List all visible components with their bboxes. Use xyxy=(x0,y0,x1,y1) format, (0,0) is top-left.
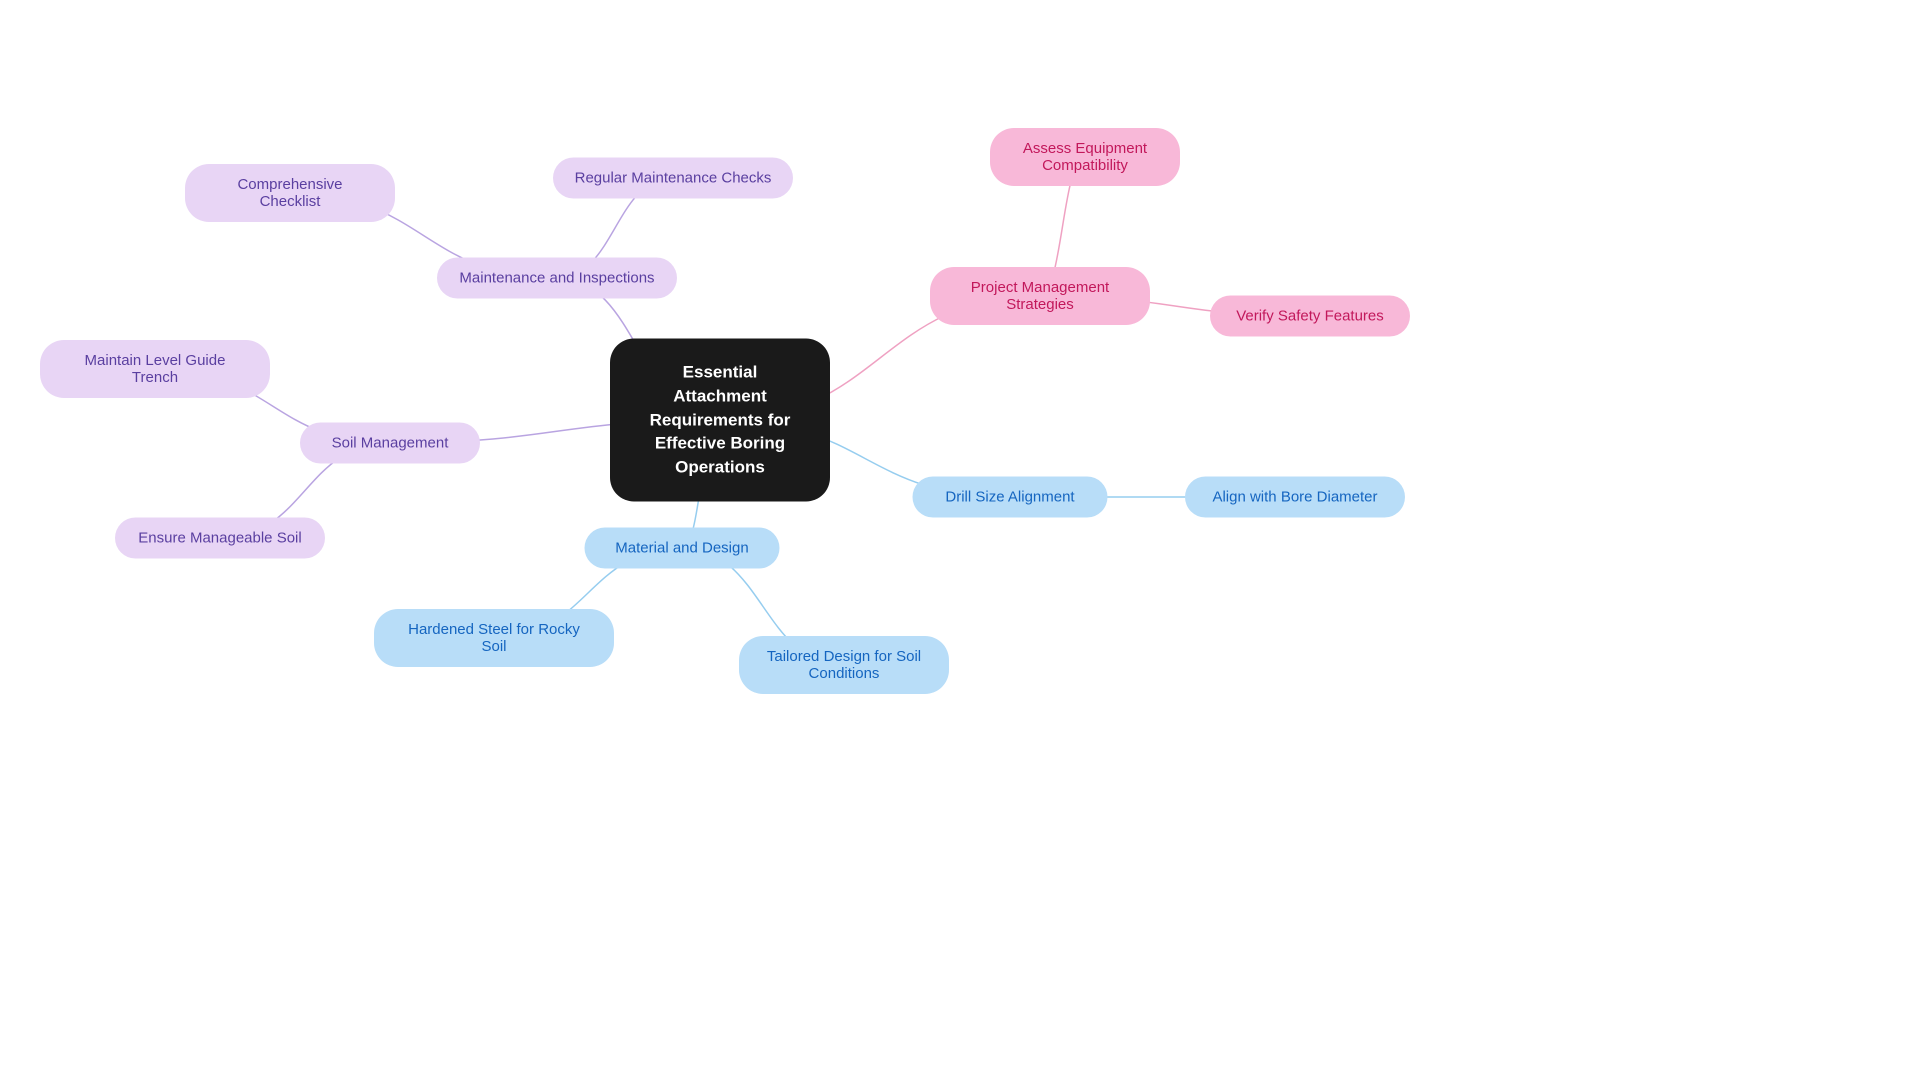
node-maintenance: Maintenance and Inspections xyxy=(437,258,677,299)
node-tailored-design: Tailored Design for Soil Conditions xyxy=(739,636,949,694)
node-soil-mgmt-label: Soil Management xyxy=(332,435,449,452)
node-assess-equip-label: Assess Equipment Compatibility xyxy=(1010,140,1160,174)
node-tailored-design-label: Tailored Design for Soil Conditions xyxy=(759,648,929,682)
node-soil-mgmt: Soil Management xyxy=(300,423,480,464)
node-project-mgmt-label: Project Management Strategies xyxy=(950,279,1130,313)
node-assess-equip: Assess Equipment Compatibility xyxy=(990,128,1180,186)
node-maintenance-label: Maintenance and Inspections xyxy=(459,270,654,287)
node-regular: Regular Maintenance Checks xyxy=(553,158,793,199)
node-material-design: Material and Design xyxy=(585,528,780,569)
node-regular-label: Regular Maintenance Checks xyxy=(575,170,772,187)
node-drill-size: Drill Size Alignment xyxy=(913,477,1108,518)
node-material-design-label: Material and Design xyxy=(615,540,748,557)
node-level-guide: Maintain Level Guide Trench xyxy=(40,340,270,398)
node-comprehensive: Comprehensive Checklist xyxy=(185,164,395,222)
node-manageable: Ensure Manageable Soil xyxy=(115,518,325,559)
mind-map-container: Essential Attachment Requirements for Ef… xyxy=(0,0,1920,1083)
node-verify-safety-label: Verify Safety Features xyxy=(1236,308,1384,325)
node-level-guide-label: Maintain Level Guide Trench xyxy=(60,352,250,386)
node-center-label: Essential Attachment Requirements for Ef… xyxy=(634,361,806,480)
node-align-bore-label: Align with Bore Diameter xyxy=(1212,489,1377,506)
node-center: Essential Attachment Requirements for Ef… xyxy=(610,339,830,502)
node-verify-safety: Verify Safety Features xyxy=(1210,296,1410,337)
node-manageable-label: Ensure Manageable Soil xyxy=(138,530,301,547)
node-drill-size-label: Drill Size Alignment xyxy=(945,489,1074,506)
node-align-bore: Align with Bore Diameter xyxy=(1185,477,1405,518)
node-hardened-steel-label: Hardened Steel for Rocky Soil xyxy=(394,621,594,655)
node-hardened-steel: Hardened Steel for Rocky Soil xyxy=(374,609,614,667)
node-comprehensive-label: Comprehensive Checklist xyxy=(205,176,375,210)
node-project-mgmt: Project Management Strategies xyxy=(930,267,1150,325)
